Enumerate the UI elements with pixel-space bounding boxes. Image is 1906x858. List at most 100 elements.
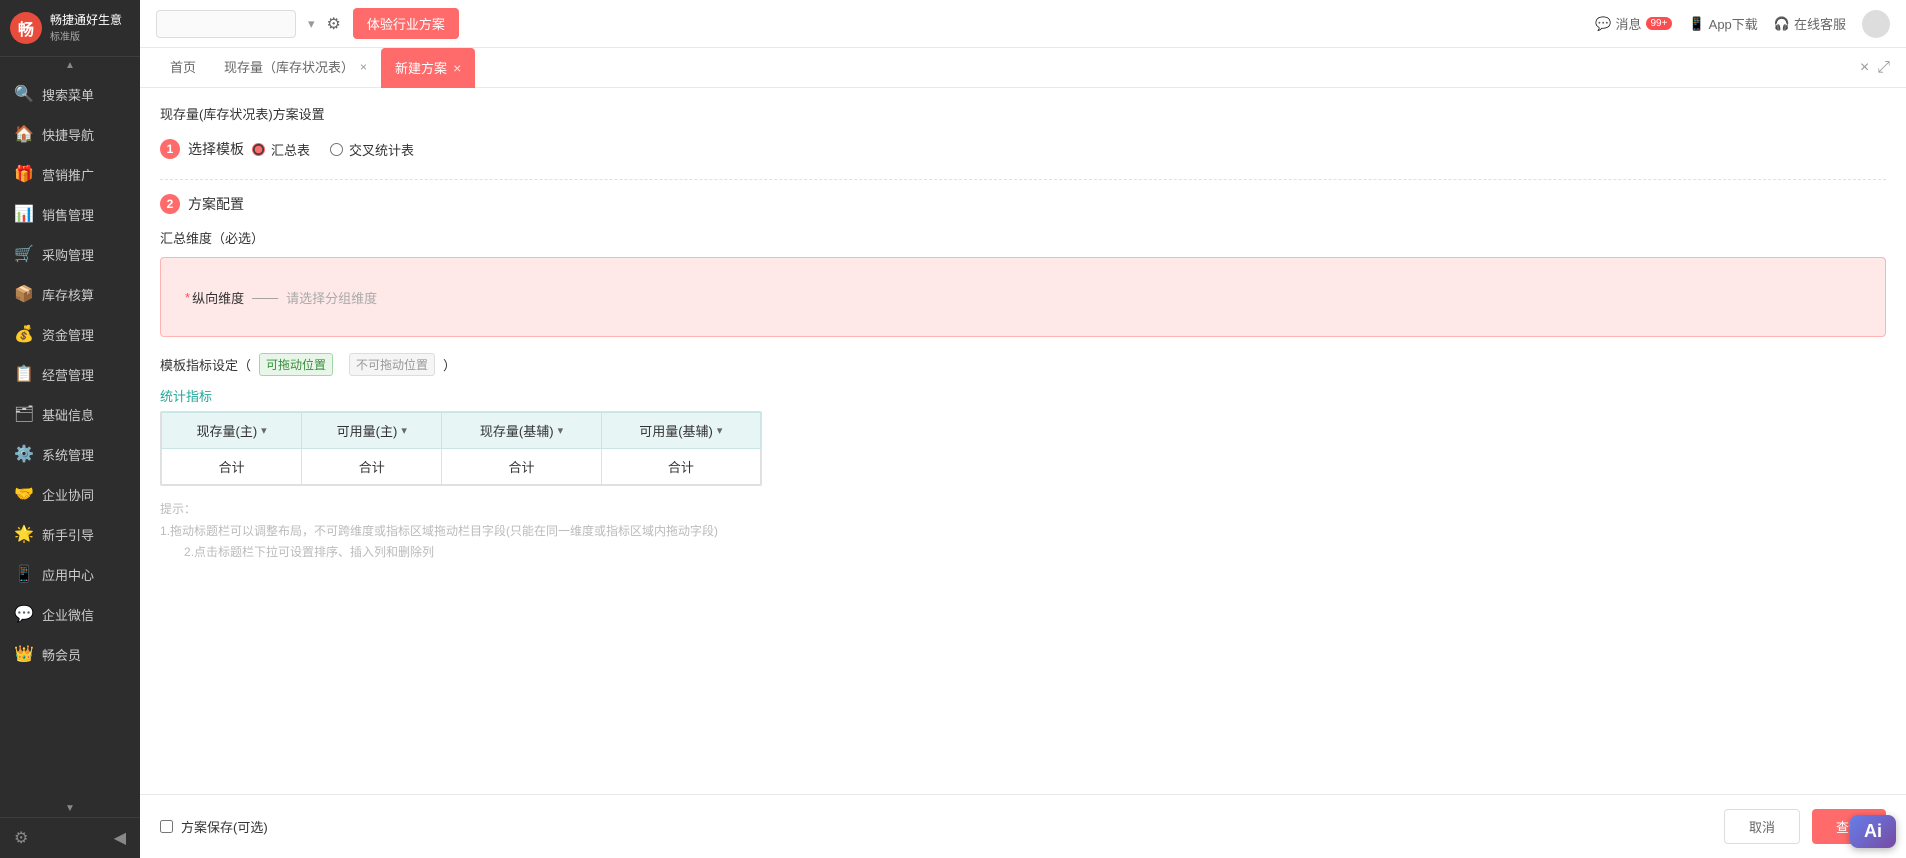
- sidebar-item-collab[interactable]: 🤝 企业协同: [0, 474, 140, 514]
- stats-label: 统计指标: [160, 386, 1886, 405]
- topbar-left: ▾ ⚙ 体验行业方案: [156, 8, 459, 39]
- col-header-0[interactable]: 现存量(主) ▾: [162, 413, 302, 449]
- cancel-button[interactable]: 取消: [1724, 809, 1800, 844]
- content-area: 现存量(库存状况表)方案设置 1 选择模板 汇总表 交叉统计表: [140, 88, 1906, 794]
- template-radio-group: 汇总表 交叉统计表: [252, 140, 414, 159]
- tabs-bar: 首页 现存量（库存状况表） × 新建方案 × × ⤢: [140, 48, 1906, 88]
- tabs-right: × ⤢: [1860, 59, 1890, 77]
- ai-fab-button[interactable]: Ai: [1850, 815, 1896, 848]
- sidebar-item-weixin[interactable]: 💬 企业微信: [0, 594, 140, 634]
- sidebar-item-label: 销售管理: [42, 205, 94, 224]
- radio-summary-label: 汇总表: [271, 140, 310, 159]
- tips-section: 提示： 1.拖动标题栏可以调整布局，不可跨维度或指标区域拖动栏目字段(只能在同一…: [160, 499, 1886, 564]
- window-expand-icon[interactable]: ⤢: [1877, 59, 1890, 77]
- step2-section: 2 方案配置 汇总维度（必选） * 纵向维度 —— 请选择分组维度 模板指标设定…: [160, 194, 1886, 564]
- indicator-suffix: ）: [443, 355, 456, 374]
- col-dropdown-1[interactable]: ▾: [401, 424, 407, 437]
- tab-home[interactable]: 首页: [156, 48, 210, 88]
- collapse-icon[interactable]: ◀: [114, 828, 126, 848]
- online-service-item[interactable]: 🎧 在线客服: [1774, 14, 1846, 33]
- step1-header: 1 选择模板 汇总表 交叉统计表: [160, 139, 1886, 159]
- tab-new-plan[interactable]: 新建方案 ×: [381, 48, 475, 88]
- app-download-item[interactable]: 📱 App下载: [1688, 14, 1757, 33]
- radio-cross-label: 交叉统计表: [349, 140, 414, 159]
- col-header-2[interactable]: 现存量(基辅) ▾: [442, 413, 601, 449]
- col-label-1: 可用量(主): [337, 421, 398, 440]
- radio-cross-input[interactable]: [330, 143, 343, 156]
- radio-summary[interactable]: 汇总表: [252, 140, 310, 159]
- indicator-label: 模板指标设定（: [160, 355, 251, 374]
- clipboard-icon: 📋: [14, 364, 34, 384]
- col-header-3[interactable]: 可用量(基辅) ▾: [601, 413, 760, 449]
- trial-button[interactable]: 体验行业方案: [353, 8, 459, 39]
- col-dropdown-3[interactable]: ▾: [717, 424, 723, 437]
- cart-icon: 🛒: [14, 244, 34, 264]
- handshake-icon: 🤝: [14, 484, 34, 504]
- col-dropdown-0[interactable]: ▾: [261, 424, 267, 437]
- app-version: 标准版: [50, 28, 122, 43]
- download-icon: 📱: [1688, 16, 1704, 32]
- col-header-1[interactable]: 可用量(主) ▾: [302, 413, 442, 449]
- sidebar-item-marketing[interactable]: 🎁 营销推广: [0, 154, 140, 194]
- sidebar-scroll-down[interactable]: ▼: [0, 800, 140, 817]
- sidebar-nav: 🔍 搜索菜单 🏠 快捷导航 🎁 营销推广 📊 销售管理 🛒 采购管理 📦 库存核…: [0, 74, 140, 800]
- dim-dash: ——: [252, 290, 278, 305]
- divider-1: [160, 179, 1886, 180]
- cell-1: 合计: [302, 449, 442, 485]
- sidebar-item-label: 搜索菜单: [42, 85, 94, 104]
- sidebar-item-label: 基础信息: [42, 405, 94, 424]
- col-dropdown-2[interactable]: ▾: [558, 424, 564, 437]
- sidebar-item-management[interactable]: 📋 经营管理: [0, 354, 140, 394]
- search-input[interactable]: [156, 10, 296, 38]
- messages-label: 消息: [1615, 14, 1641, 33]
- dropdown-icon[interactable]: ▾: [308, 16, 315, 32]
- save-checkbox[interactable]: [160, 820, 173, 833]
- sidebar-item-sales[interactable]: 📊 销售管理: [0, 194, 140, 234]
- tips-title: 提示：: [160, 502, 196, 516]
- sidebar-item-member[interactable]: 👑 畅会员: [0, 634, 140, 674]
- settings-icon[interactable]: ⚙: [14, 828, 28, 848]
- radio-summary-input[interactable]: [252, 143, 265, 156]
- sidebar-item-guide[interactable]: 🌟 新手引导: [0, 514, 140, 554]
- sidebar-item-inventory[interactable]: 📦 库存核算: [0, 274, 140, 314]
- sidebar-item-search[interactable]: 🔍 搜索菜单: [0, 74, 140, 114]
- topbar: ▾ ⚙ 体验行业方案 💬 消息 99+ 📱 App下载 🎧 在线客服: [140, 0, 1906, 48]
- stats-section: 统计指标 现存量(主) ▾: [160, 386, 1886, 489]
- topbar-gear-icon[interactable]: ⚙: [327, 14, 341, 34]
- fixed-tag: 不可拖动位置: [349, 353, 435, 376]
- dimension-area[interactable]: * 纵向维度 —— 请选择分组维度: [160, 257, 1886, 337]
- sidebar-item-label: 库存核算: [42, 285, 94, 304]
- table-row: 合计 合计 合计 合计: [162, 449, 761, 485]
- sidebar-item-system[interactable]: ⚙️ 系统管理: [0, 434, 140, 474]
- sidebar: 畅 畅捷通好生意 标准版 ▲ 🔍 搜索菜单 🏠 快捷导航 🎁 营销推广 📊 销售…: [0, 0, 140, 858]
- search-icon: 🔍: [14, 84, 34, 104]
- sidebar-item-nav[interactable]: 🏠 快捷导航: [0, 114, 140, 154]
- sidebar-logo: 畅 畅捷通好生意 标准版: [0, 0, 140, 57]
- required-mark: *: [185, 290, 190, 305]
- stats-table: 现存量(主) ▾ 可用量(主) ▾: [161, 412, 761, 485]
- config-label: 汇总维度（必选）: [160, 228, 1886, 247]
- headset-icon: 🎧: [1774, 16, 1790, 32]
- tab-inventory[interactable]: 现存量（库存状况表） ×: [210, 48, 381, 88]
- messages-item[interactable]: 💬 消息 99+: [1595, 14, 1672, 33]
- tab-new-plan-close[interactable]: ×: [453, 60, 461, 76]
- sidebar-item-finance[interactable]: 💰 资金管理: [0, 314, 140, 354]
- tip-1: 1.拖动标题栏可以调整布局，不可跨维度或指标区域拖动栏目字段(只能在同一维度或指…: [160, 524, 718, 538]
- sidebar-scroll-up[interactable]: ▲: [0, 57, 140, 74]
- tip-2: [160, 545, 184, 559]
- sidebar-item-basic[interactable]: 🗂 基础信息: [0, 394, 140, 434]
- sidebar-item-label: 资金管理: [42, 325, 94, 344]
- radio-cross[interactable]: 交叉统计表: [330, 140, 414, 159]
- step2-title: 方案配置: [188, 194, 244, 214]
- sidebar-item-label: 快捷导航: [42, 125, 94, 144]
- sidebar-bottom: ⚙ ◀: [0, 817, 140, 858]
- content-inner: 现存量(库存状况表)方案设置 1 选择模板 汇总表 交叉统计表: [140, 88, 1906, 794]
- step1-badge: 1: [160, 139, 180, 159]
- user-avatar[interactable]: [1862, 10, 1890, 38]
- tab-new-plan-label: 新建方案: [395, 58, 447, 77]
- sidebar-item-apps[interactable]: 📱 应用中心: [0, 554, 140, 594]
- sidebar-item-purchase[interactable]: 🛒 采购管理: [0, 234, 140, 274]
- tab-inventory-close[interactable]: ×: [360, 60, 367, 74]
- mobile-icon: 📱: [14, 564, 34, 584]
- window-close-icon[interactable]: ×: [1860, 59, 1869, 77]
